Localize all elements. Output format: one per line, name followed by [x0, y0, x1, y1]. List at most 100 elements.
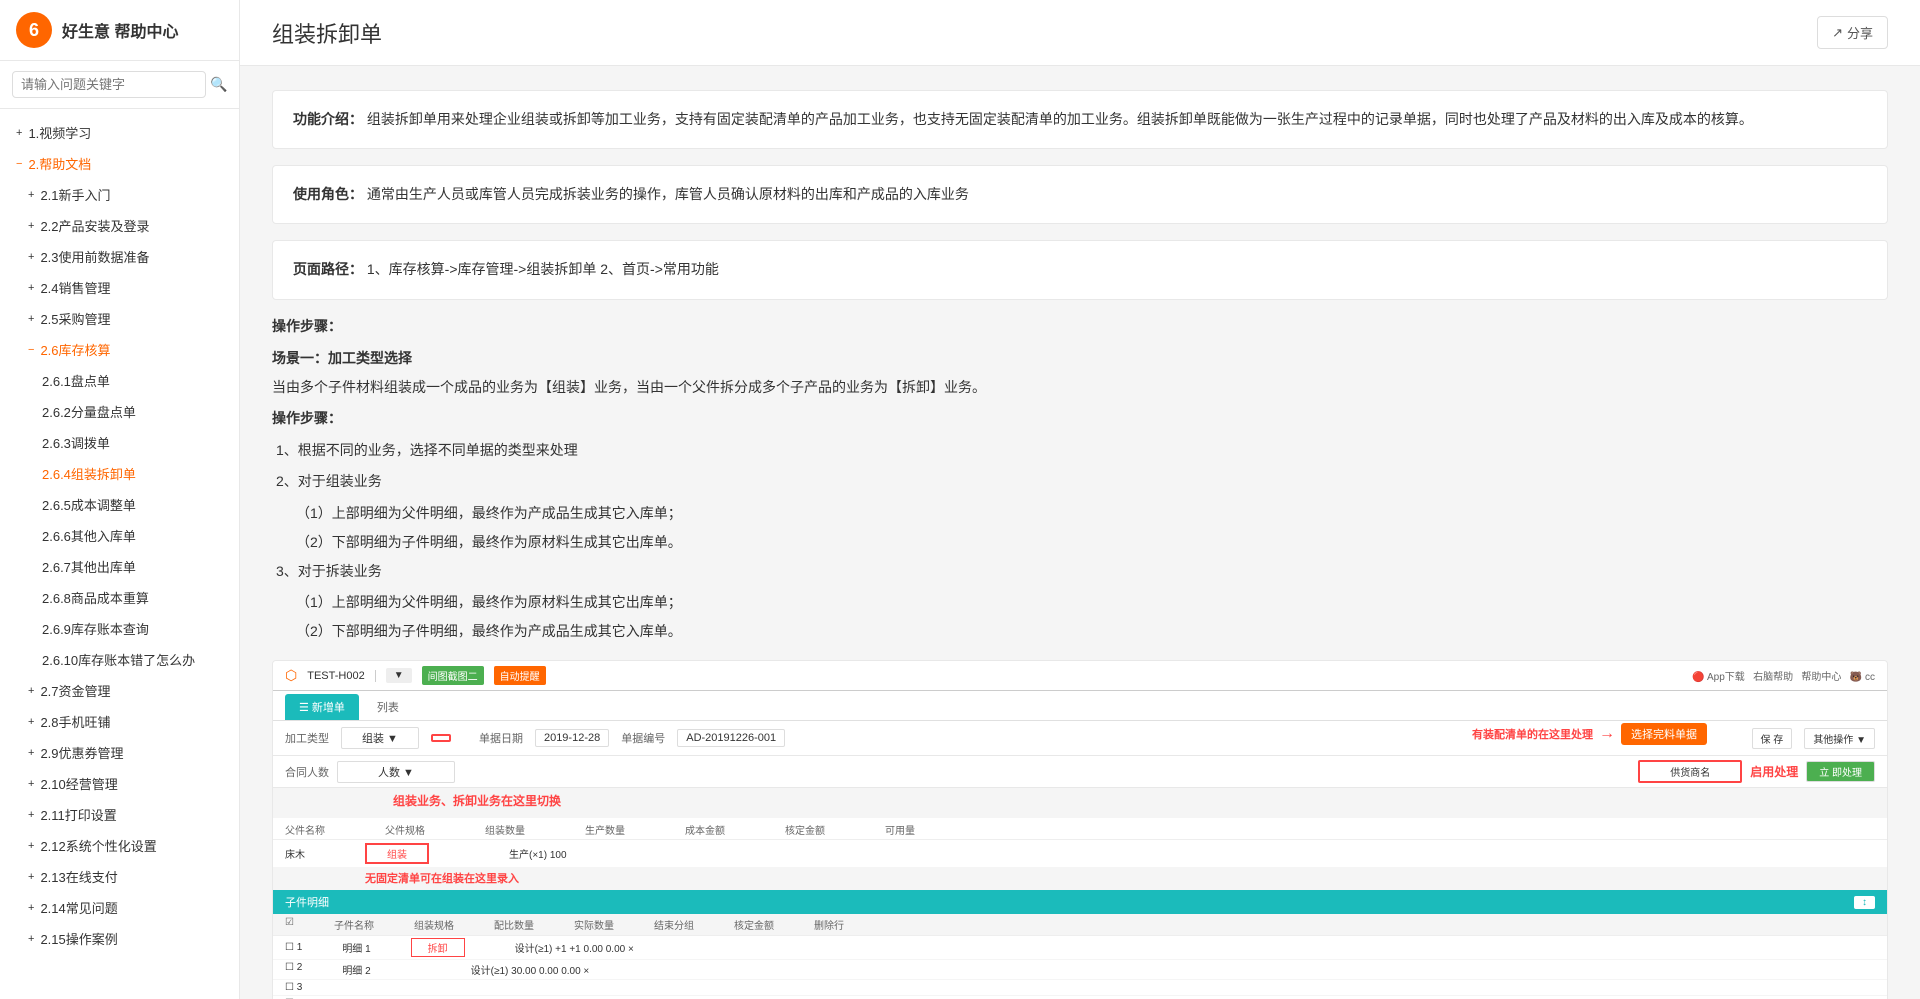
- mock-app-id: TEST-H002: [307, 670, 364, 682]
- step3-sub2: （2）下部明细为子件明细，最终作为产成品生成其它入库单。: [272, 619, 1888, 644]
- path-label: 页面路径：: [293, 261, 363, 277]
- role-label: 使用角色：: [293, 186, 363, 202]
- search-input[interactable]: [12, 71, 206, 98]
- mock-logo: ⬡: [285, 667, 297, 684]
- annotation5-text: 无固定清单可在组装在这里录入: [353, 868, 1887, 888]
- sidebar-item-inventory[interactable]: − 2.6库存核算: [0, 334, 239, 365]
- mock-sub-row1: ☐ 1 明细 1 拆卸 设计(≥1) +1 +1 0.00 0.00 ×: [273, 936, 1887, 960]
- main-body: 功能介绍： 组装拆卸单用来处理企业组装或拆卸等加工业务，支持有固定装配清单的产品…: [240, 66, 1920, 999]
- mock-tab-bar: ☰ 新增单 列表: [273, 691, 1887, 721]
- intro-block: 功能介绍： 组装拆卸单用来处理企业组装或拆卸等加工业务，支持有固定装配清单的产品…: [272, 90, 1888, 149]
- annotation4-text: 启用处理: [1750, 763, 1798, 780]
- mock-type-label: 加工类型: [285, 730, 329, 746]
- sidebar-item-install[interactable]: + 2.2产品安装及登录: [0, 210, 239, 241]
- screenshot-container: ⬡ TEST-H002 ▼ 间图截图二 自动提醒 🔴 App下载 右脑帮助 帮助…: [272, 660, 1888, 999]
- mock-sub-table-header: ☑ 子件名称 组装规格 配比数量 实际数量 结束分组 核定金额 删除行: [273, 914, 1887, 936]
- sidebar-header: 6 好生意 帮助中心: [0, 0, 239, 61]
- steps-section: 操作步骤： 场景一：加工类型选择 当由多个子件材料组装成一个成品的业务为【组装】…: [272, 316, 1888, 645]
- sidebar-item-coupon[interactable]: + 2.9优惠券管理: [0, 737, 239, 768]
- mock-nav-bar: ⬡ TEST-H002 ▼ 间图截图二 自动提醒 🔴 App下载 右脑帮助 帮助…: [273, 661, 1887, 691]
- mock-nav-right: 🔴 App下载 右脑帮助 帮助中心 🐻 cc: [1692, 668, 1875, 683]
- sidebar-item-stocktake[interactable]: 2.6.1盘点单: [0, 365, 239, 396]
- step2: 2、对于组装业务: [272, 469, 1888, 494]
- sidebar-item-cost[interactable]: 2.6.5成本调整单: [0, 489, 239, 520]
- steps-intro: 操作步骤：: [272, 408, 1888, 428]
- app-logo: 6: [16, 12, 52, 48]
- mock-dropdown: ▼: [386, 668, 412, 683]
- sidebar-item-stockquery[interactable]: 2.6.9库存账本查询: [0, 613, 239, 644]
- sidebar-item-ops[interactable]: + 2.10经营管理: [0, 768, 239, 799]
- sidebar-item-finance[interactable]: + 2.7资金管理: [0, 675, 239, 706]
- sidebar-item-mobile[interactable]: + 2.8手机旺铺: [0, 706, 239, 737]
- role-block: 使用角色： 通常由生产人员或库管人员完成拆装业务的操作，库管人员确认原材料的出库…: [272, 165, 1888, 224]
- annotation1-text: 有装配清单的在这里处理: [1472, 726, 1593, 742]
- sidebar-item-goodscost[interactable]: 2.6.8商品成本重算: [0, 582, 239, 613]
- sidebar-item-faq[interactable]: + 2.14常见问题: [0, 892, 239, 923]
- collapse-icon: −: [16, 158, 22, 170]
- sidebar-item-pay[interactable]: + 2.13在线支付: [0, 861, 239, 892]
- sidebar: 6 好生意 帮助中心 🔍 + 1.视频学习 − 2.帮助文档 + 2.1新手入门…: [0, 0, 240, 999]
- sidebar-item-adjust[interactable]: 2.6.3调拨单: [0, 427, 239, 458]
- steps-label: 操作步骤：: [272, 316, 1888, 336]
- scene1-title: 场景一：加工类型选择: [272, 348, 1888, 368]
- mock-app: ⬡ TEST-H002 ▼ 间图截图二 自动提醒 🔴 App下载 右脑帮助 帮助…: [273, 661, 1887, 999]
- page-title: 组装拆卸单: [272, 17, 382, 49]
- annotation1-container: 有装配清单的在这里处理 → 选择完料单据: [1472, 723, 1707, 745]
- mock-highlight-cell: 组装: [365, 843, 429, 864]
- sidebar-item-inbound[interactable]: 2.6.6其他入库单: [0, 520, 239, 551]
- sidebar-item-print[interactable]: + 2.11打印设置: [0, 799, 239, 830]
- annotation3-text: 组装业务、拆卸业务在这里切换: [393, 792, 561, 809]
- nav-tree: + 1.视频学习 − 2.帮助文档 + 2.1新手入门 + 2.2产品安装及登录…: [0, 109, 239, 999]
- sidebar-item-stocktake2[interactable]: 2.6.2分量盘点单: [0, 396, 239, 427]
- sidebar-item-stockerror[interactable]: 2.6.10库存账本错了怎么办: [0, 644, 239, 675]
- mock-expand-icon: ↕: [1854, 896, 1875, 909]
- intro-label: 功能介绍：: [293, 111, 363, 127]
- mock-type-highlight: [431, 734, 451, 742]
- mock-sub-row2: ☐ 2 明细 2 设计(≥1) 30.00 0.00 0.00 ×: [273, 960, 1887, 980]
- mock-date-label: 单据日期: [479, 730, 523, 746]
- mock-save-btn: 保 存: [1752, 728, 1793, 749]
- mock-form-row2: 合同人数 人数 ▼ 组装业务、拆卸业务在这里切换 供货商名 启用处理 立 即处理: [273, 756, 1887, 788]
- mock-tag-green: 间图截图二: [422, 666, 484, 685]
- mock-sub-row3: ☐ 3: [273, 980, 1887, 996]
- step3: 3、对于拆装业务: [272, 559, 1888, 584]
- path-text: 1、库存核算->库存管理->组装拆卸单 2、首页->常用功能: [367, 261, 719, 277]
- page-header: 组装拆卸单 ↗ 分享: [240, 0, 1920, 66]
- sidebar-item-case[interactable]: + 2.15操作案例: [0, 923, 239, 954]
- share-icon: ↗: [1832, 25, 1843, 41]
- sidebar-item-video[interactable]: + 1.视频学习: [0, 117, 239, 148]
- mock-table-header: 父件名称 父件规格 组装数量 生产数量 成本金额 核定金额 可用量: [273, 818, 1887, 840]
- step3-sub1: （1）上部明细为父件明细，最终作为原材料生成其它出库单；: [272, 590, 1888, 615]
- sidebar-item-sales[interactable]: + 2.4销售管理: [0, 272, 239, 303]
- mock-order-val: AD-20191226-001: [677, 729, 785, 747]
- step1: 1、根据不同的业务，选择不同单据的类型来处理: [272, 438, 1888, 463]
- share-button[interactable]: ↗ 分享: [1817, 16, 1888, 49]
- mock-order-label: 单据编号: [621, 730, 665, 746]
- sidebar-item-new[interactable]: + 2.1新手入门: [0, 179, 239, 210]
- mock-supplier-input: 供货商名: [1638, 760, 1742, 783]
- sidebar-item-data[interactable]: + 2.3使用前数据准备: [0, 241, 239, 272]
- scene1-desc: 当由多个子件材料组装成一个成品的业务为【组装】业务，当由一个父件拆分成多个子产品…: [272, 374, 1888, 401]
- mock-tab-list: 列表: [363, 694, 413, 720]
- step2-sub1: （1）上部明细为父件明细，最终作为产成品生成其它入库单；: [272, 501, 1888, 526]
- sidebar-item-docs[interactable]: − 2.帮助文档: [0, 148, 239, 179]
- intro-text: 组装拆卸单用来处理企业组装或拆卸等加工业务，支持有固定装配清单的产品加工业务，也…: [367, 111, 1753, 127]
- step2-sub2: （2）下部明细为子件明细，最终作为原材料生成其它出库单。: [272, 530, 1888, 555]
- mock-tag-orange: 自动提醒: [494, 666, 546, 685]
- annotation3-container: 组装业务、拆卸业务在这里切换: [393, 792, 561, 809]
- path-block: 页面路径： 1、库存核算->库存管理->组装拆卸单 2、首页->常用功能: [272, 240, 1888, 299]
- mock-date-val: 2019-12-28: [535, 729, 609, 747]
- sidebar-item-outbound[interactable]: 2.6.7其他出库单: [0, 551, 239, 582]
- sidebar-item-purchase[interactable]: + 2.5采购管理: [0, 303, 239, 334]
- expand-icon: +: [16, 127, 22, 139]
- sidebar-item-custom[interactable]: + 2.12系统个性化设置: [0, 830, 239, 861]
- mock-table-row1: 床木 组装 生产(×1) 100: [273, 840, 1887, 868]
- mock-other-btn: 其他操作 ▼: [1804, 728, 1875, 749]
- mock-number-val: 人数 ▼: [337, 761, 455, 783]
- annotation1-arrow: →: [1599, 725, 1615, 743]
- mock-sub-header: 子件明细 ↕: [273, 890, 1887, 914]
- sidebar-item-assembly[interactable]: 2.6.4组装拆卸单: [0, 458, 239, 489]
- mock-tab-active: ☰ 新增单: [285, 694, 359, 720]
- mock-type-select: 组装 ▼: [341, 727, 419, 749]
- search-button[interactable]: 🔍: [210, 76, 227, 93]
